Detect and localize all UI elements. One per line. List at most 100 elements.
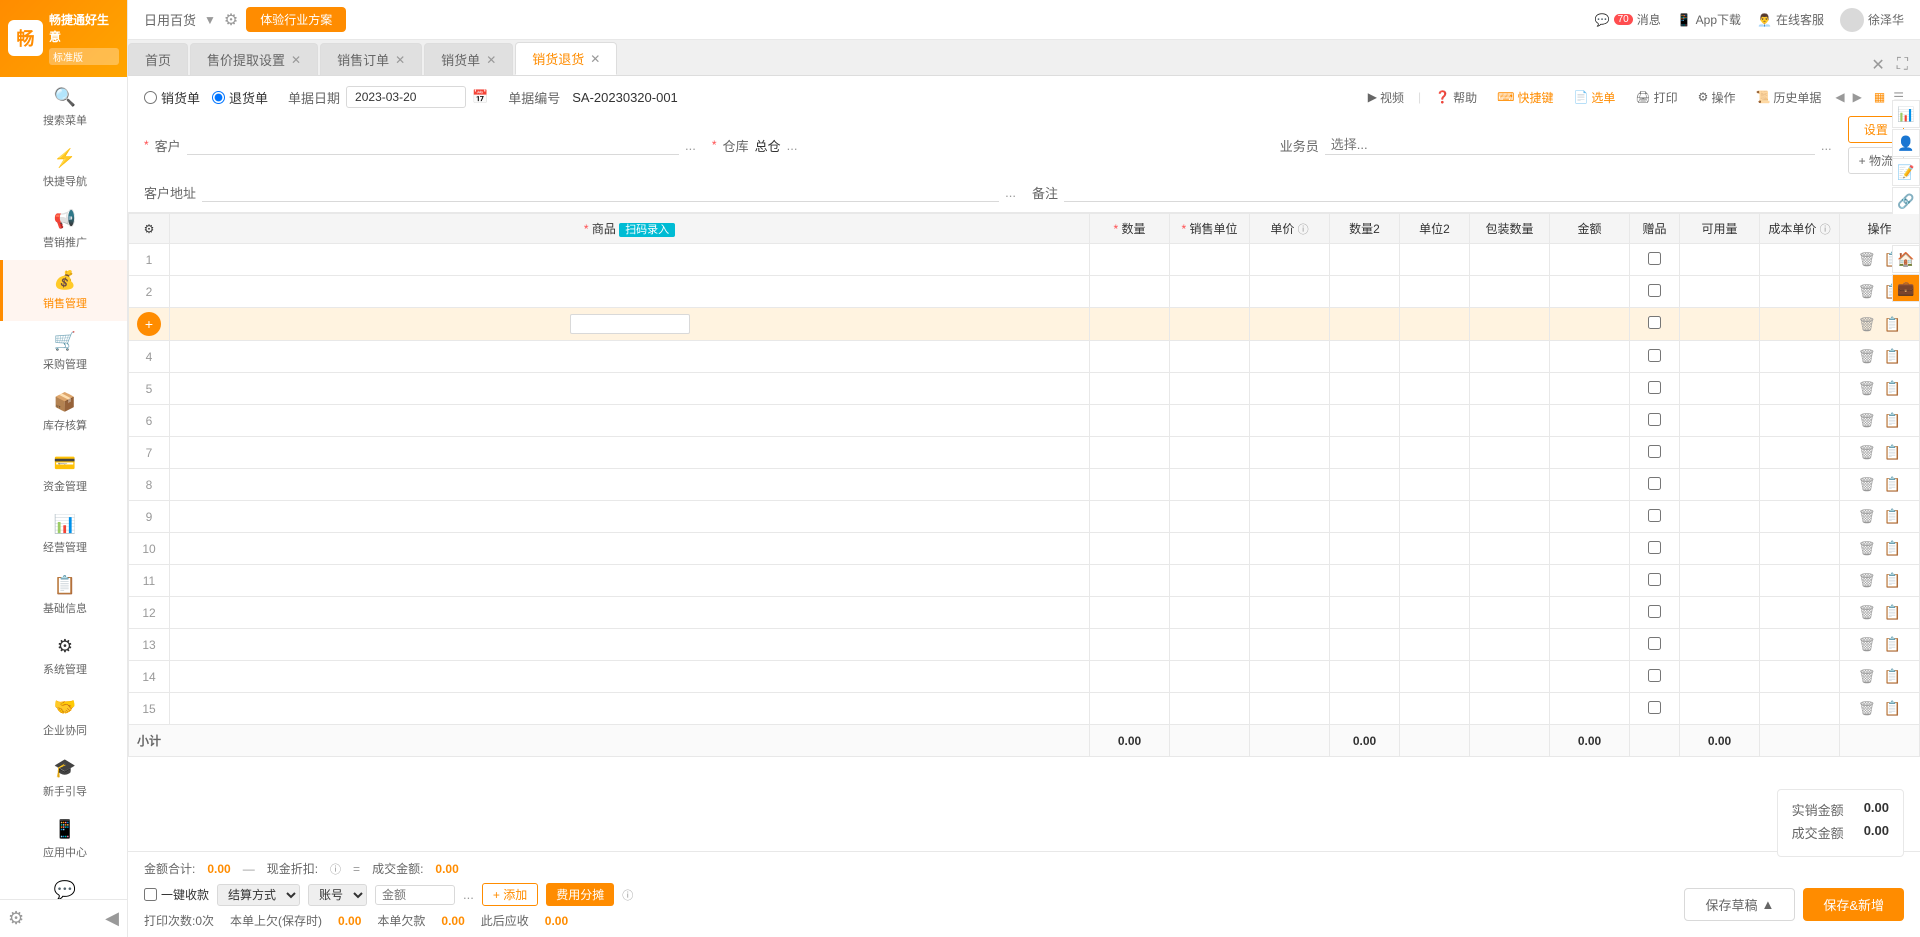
pack-cell[interactable] (1470, 276, 1550, 308)
fees-split-button[interactable]: 费用分摊 (546, 883, 614, 906)
price-cell[interactable] (1250, 308, 1330, 341)
qty2-cell[interactable] (1330, 276, 1400, 308)
expand-tab-button[interactable]: ⛶ (1893, 56, 1912, 74)
tab-close-icon[interactable]: ✕ (486, 53, 496, 67)
tab-close-icon[interactable]: ✕ (590, 52, 600, 66)
gift-cell[interactable] (1630, 276, 1680, 308)
delete-row-icon[interactable]: 🗑 (1856, 540, 1878, 557)
unit2-cell[interactable] (1400, 276, 1470, 308)
note-input[interactable] (1064, 182, 1904, 202)
unit-cell[interactable] (1170, 244, 1250, 276)
user-profile[interactable]: 徐泽华 (1840, 8, 1904, 32)
copy-row-icon[interactable]: 📋 (1882, 348, 1903, 365)
next-record-btn[interactable]: ▶ (1853, 90, 1862, 104)
copy-row-icon[interactable]: 📋 (1882, 604, 1903, 621)
price-cell[interactable] (1250, 244, 1330, 276)
sidebar-item-quicknav[interactable]: ⚡ 快捷导航 (0, 138, 127, 199)
delete-row-icon[interactable]: 🗑 (1856, 604, 1878, 621)
copy-row-icon[interactable]: 📋 (1882, 412, 1903, 429)
salesperson-input[interactable] (1325, 135, 1815, 155)
type-return-radio[interactable]: 退货单 (212, 88, 268, 107)
sidebar-item-guide[interactable]: 🎓 新手引导 (0, 748, 127, 809)
gear-settings-icon[interactable]: ⚙ (224, 10, 238, 30)
delete-row-icon[interactable]: 🗑 (1856, 700, 1878, 717)
tab-price-extract[interactable]: 售价提取设置 ✕ (190, 43, 318, 75)
dropdown-icon[interactable]: ▼ (204, 13, 216, 27)
address-select-btn[interactable]: ... (1005, 185, 1016, 200)
copy-row-icon[interactable]: 📋 (1882, 668, 1903, 685)
address-input[interactable] (202, 182, 999, 202)
copy-row-icon[interactable]: 📋 (1882, 540, 1903, 557)
gift-cell[interactable] (1630, 244, 1680, 276)
qty2-cell[interactable] (1330, 244, 1400, 276)
amount-cell[interactable] (1550, 308, 1630, 341)
warehouse-select-btn[interactable]: ... (787, 138, 798, 153)
delete-row-icon[interactable]: 🗑 (1856, 283, 1878, 300)
delete-row-icon[interactable]: 🗑 (1856, 572, 1878, 589)
product-cell-active[interactable] (170, 308, 1090, 341)
gift-checkbox[interactable] (1648, 284, 1661, 297)
unit-cell[interactable] (1170, 308, 1250, 341)
settlement-method-select[interactable]: 结算方式 (217, 884, 300, 906)
sidebar-item-inventory[interactable]: 📦 库存核算 (0, 382, 127, 443)
copy-row-icon[interactable]: 📋 (1882, 700, 1903, 717)
payment-select-btn[interactable]: ... (463, 887, 474, 902)
delete-row-icon[interactable]: 🗑 (1856, 316, 1878, 333)
add-payment-button[interactable]: + 添加 (482, 883, 538, 906)
qty-cell[interactable] (1090, 276, 1170, 308)
delete-row-icon[interactable]: 🗑 (1856, 508, 1878, 525)
close-tab-button[interactable]: ✕ (1867, 55, 1888, 75)
panel-btn-3[interactable]: 📝 (1892, 158, 1920, 186)
operation-btn[interactable]: ⚙ 操作 (1692, 87, 1742, 108)
available-cell[interactable] (1680, 276, 1760, 308)
amount-cell[interactable] (1550, 276, 1630, 308)
help-btn[interactable]: ❓ 帮助 (1429, 87, 1483, 108)
tab-sales-return[interactable]: 销货退货 ✕ (515, 42, 617, 75)
qty2-cell[interactable] (1330, 308, 1400, 341)
customer-select-btn[interactable]: ... (685, 138, 696, 153)
panel-btn-6[interactable]: 🏠 (1892, 245, 1920, 273)
copy-row-icon[interactable]: 📋 (1882, 316, 1903, 333)
unit2-cell[interactable] (1400, 244, 1470, 276)
price-cell[interactable] (1250, 276, 1330, 308)
add-row-btn-cell[interactable]: + (129, 308, 170, 341)
delete-row-icon[interactable]: 🗑 (1856, 636, 1878, 653)
gift-cell[interactable] (1630, 308, 1680, 341)
sidebar-item-operations[interactable]: 📊 经营管理 (0, 504, 127, 565)
panel-btn-1[interactable]: 📊 (1892, 100, 1920, 128)
one-key-collect-checkbox[interactable] (144, 888, 157, 901)
copy-row-icon[interactable]: 📋 (1882, 508, 1903, 525)
delete-row-icon[interactable]: 🗑 (1856, 668, 1878, 685)
available-cell[interactable] (1680, 308, 1760, 341)
copy-row-icon[interactable]: 📋 (1882, 444, 1903, 461)
video-btn[interactable]: ▶ 视频 (1362, 87, 1410, 108)
sidebar-item-wechat[interactable]: 💬 企业微信 (0, 870, 127, 899)
tab-close-icon[interactable]: ✕ (291, 53, 301, 67)
unit2-cell[interactable] (1400, 308, 1470, 341)
sidebar-item-system[interactable]: ⚙ 系统管理 (0, 626, 127, 687)
sidebar-item-search[interactable]: 🔍 搜索菜单 (0, 77, 127, 138)
sidebar-item-basic-info[interactable]: 📋 基础信息 (0, 565, 127, 626)
tab-sales-invoice[interactable]: 销货单 ✕ (424, 43, 513, 75)
customer-input[interactable] (187, 135, 679, 155)
copy-row-icon[interactable]: 📋 (1882, 380, 1903, 397)
experience-button[interactable]: 体验行业方案 (246, 7, 346, 32)
salesperson-select-btn[interactable]: ... (1821, 138, 1832, 153)
sidebar-item-sales[interactable]: 💰 销售管理 (0, 260, 127, 321)
pack-cell[interactable] (1470, 244, 1550, 276)
cost-cell[interactable] (1760, 276, 1840, 308)
one-key-collect-label[interactable]: 一键收款 (144, 886, 209, 903)
grid-view-btn[interactable]: ▦ (1874, 90, 1885, 104)
shortcut-btn[interactable]: ⌨ 快捷键 (1491, 87, 1559, 108)
product-input[interactable] (570, 314, 690, 334)
th-settings[interactable]: ⚙ (129, 214, 170, 244)
type-sales-radio[interactable]: 销货单 (144, 88, 200, 107)
sidebar-item-apps[interactable]: 📱 应用中心 (0, 809, 127, 870)
copy-row-icon[interactable]: 📋 (1882, 572, 1903, 589)
unit-cell[interactable] (1170, 276, 1250, 308)
settings-icon[interactable]: ⚙ (8, 908, 24, 929)
amount-input[interactable] (375, 885, 455, 905)
panel-btn-7[interactable]: 💼 (1892, 274, 1920, 302)
type-return-input[interactable] (212, 91, 225, 104)
sidebar-item-enterprise[interactable]: 🤝 企业协同 (0, 687, 127, 748)
